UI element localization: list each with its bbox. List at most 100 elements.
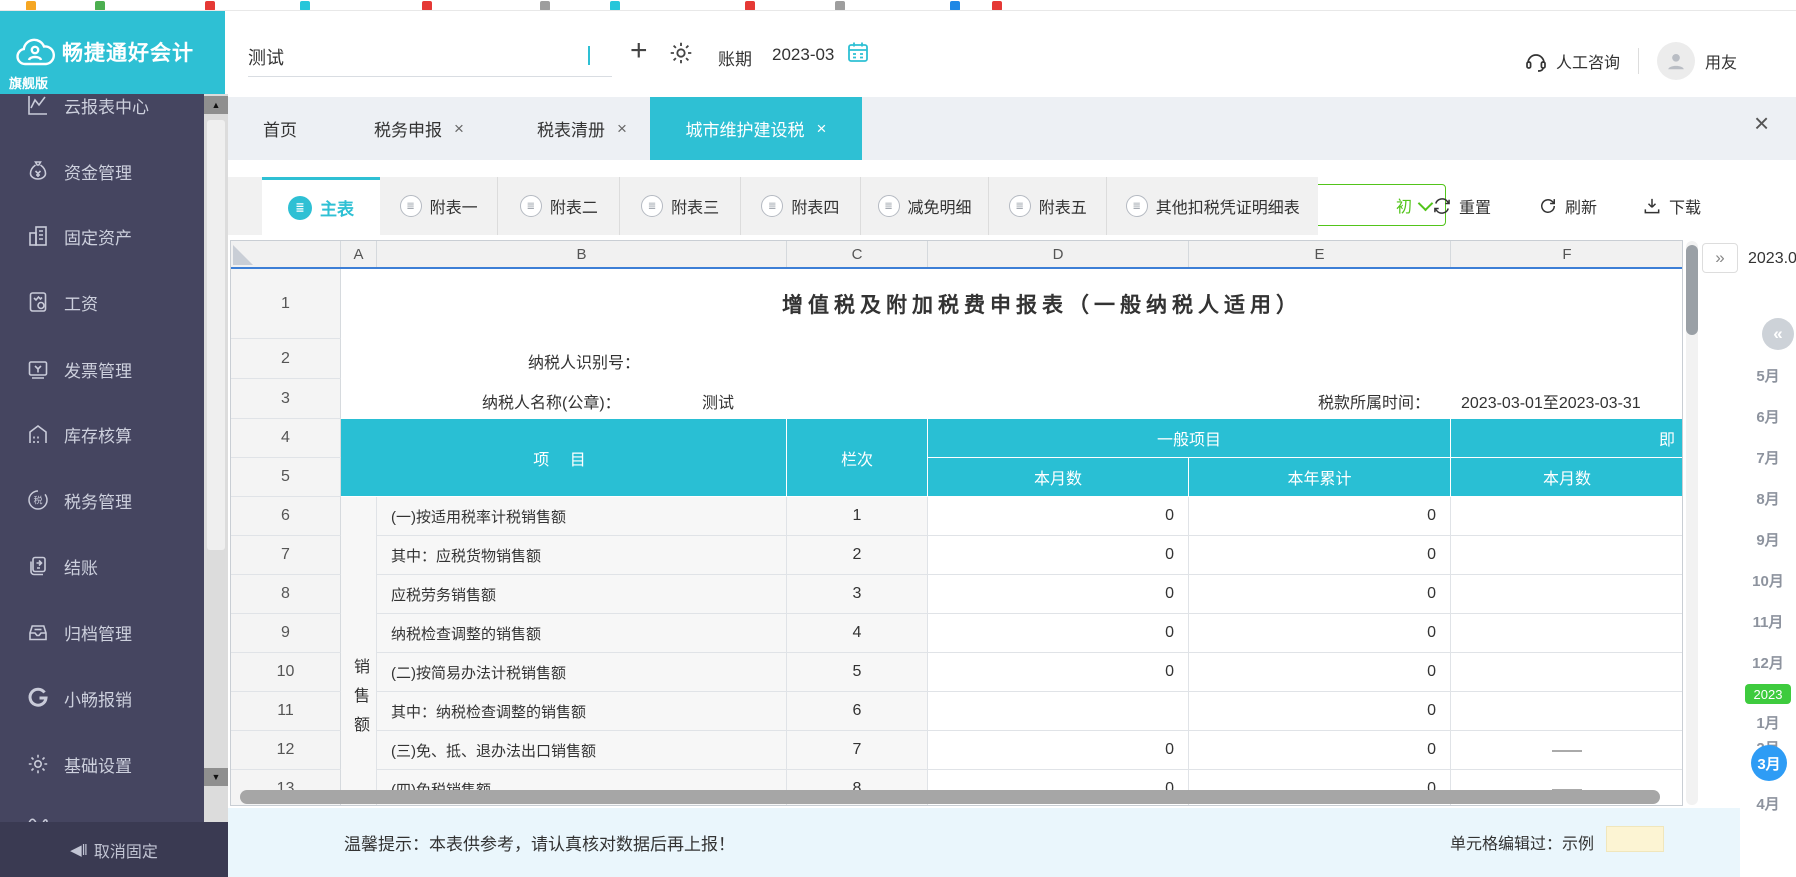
- month-item[interactable]: 10月: [1740, 570, 1796, 591]
- vertical-scrollbar-thumb[interactable]: [1686, 245, 1698, 335]
- month-item[interactable]: 12月: [1740, 652, 1796, 673]
- unpin-sidebar-button[interactable]: ◀‖ 取消固定: [0, 822, 228, 877]
- sidebar-scrollbar-thumb[interactable]: [207, 120, 225, 550]
- month-value-cell[interactable]: 0: [928, 575, 1189, 614]
- subtab-main-form[interactable]: ≣ 主表: [262, 177, 380, 235]
- year-value-cell[interactable]: 0: [1189, 614, 1451, 653]
- clipped-period-label[interactable]: 2023.03: [1748, 244, 1796, 274]
- sidebar-item-salary[interactable]: 工资: [0, 279, 204, 325]
- select-all-corner[interactable]: [231, 241, 341, 267]
- sidebar-item-inventory[interactable]: 库存核算: [0, 411, 204, 457]
- month-item[interactable]: 8月: [1740, 488, 1796, 509]
- month-value-cell[interactable]: 0: [928, 653, 1189, 692]
- month-value-cell[interactable]: 0: [928, 731, 1189, 770]
- refund-value-cell[interactable]: [1451, 614, 1682, 653]
- month-value-cell[interactable]: 0: [928, 497, 1189, 536]
- subtab-other-deduction-detail[interactable]: ≣ 其他扣税凭证明细表: [1107, 177, 1318, 235]
- sidebar-item-cloud-reports[interactable]: 云报表中心: [0, 82, 204, 128]
- expand-panel-button[interactable]: »: [1702, 243, 1738, 273]
- month-value-cell[interactable]: [928, 692, 1189, 731]
- collapse-circle-icon[interactable]: «: [1762, 318, 1794, 350]
- refund-value-cell[interactable]: [1451, 692, 1682, 731]
- scroll-up-arrow-icon[interactable]: ▲: [204, 96, 228, 114]
- year-value-cell[interactable]: 0: [1189, 575, 1451, 614]
- sidebar-item-label[interactable]: 小畅报销: [64, 686, 132, 711]
- month-item[interactable]: 9月: [1740, 529, 1796, 550]
- sidebar-item-label[interactable]: 结账: [64, 554, 98, 579]
- column-letter[interactable]: A: [341, 241, 377, 267]
- subtab-label[interactable]: 附表四: [791, 194, 839, 218]
- close-page-icon[interactable]: ×: [1754, 108, 1769, 139]
- subtab-label[interactable]: 附表三: [671, 194, 719, 218]
- sidebar-item-closing[interactable]: 结账: [0, 543, 204, 589]
- year-value-cell[interactable]: 0: [1189, 692, 1451, 731]
- clipped-green-button-label[interactable]: 初: [1396, 193, 1412, 217]
- year-value-cell[interactable]: 0: [1189, 653, 1451, 692]
- sidebar-item-label[interactable]: 资金管理: [64, 159, 132, 184]
- subtab-label[interactable]: 其他扣税凭证明细表: [1156, 194, 1300, 218]
- subtab-appendix-1[interactable]: ≣ 附表一: [380, 177, 499, 235]
- support-link[interactable]: 人工咨询: [1556, 49, 1620, 73]
- sidebar-item-label[interactable]: 云报表中心: [64, 93, 149, 118]
- sidebar-item-funds[interactable]: 资金管理: [0, 148, 204, 194]
- calendar-icon[interactable]: [846, 40, 870, 64]
- account-chevron-down-icon[interactable]: [588, 46, 590, 65]
- settings-gear-icon[interactable]: [668, 40, 694, 66]
- month-value-cell[interactable]: 0: [928, 614, 1189, 653]
- sidebar-item-label[interactable]: 工资: [64, 290, 98, 315]
- user-name[interactable]: 用友: [1705, 49, 1737, 73]
- subtab-label[interactable]: 附表二: [550, 194, 598, 218]
- tab-close-icon[interactable]: ×: [454, 119, 464, 139]
- subtab-appendix-4[interactable]: ≣ 附表四: [741, 177, 861, 235]
- sidebar-item-tax[interactable]: 税 税务管理: [0, 477, 204, 523]
- taxpayer-name-value[interactable]: 测试: [702, 389, 734, 413]
- refund-value-cell[interactable]: [1451, 497, 1682, 536]
- column-letter[interactable]: F: [1451, 241, 1682, 267]
- month-item[interactable]: 4月: [1740, 793, 1796, 814]
- subtab-appendix-2[interactable]: ≣ 附表二: [498, 177, 621, 235]
- refund-value-cell[interactable]: [1451, 536, 1682, 575]
- tab-close-icon[interactable]: ×: [817, 119, 827, 139]
- tab-tax-form-list[interactable]: 税表清册 ×: [508, 97, 656, 160]
- year-value-cell[interactable]: 0: [1189, 731, 1451, 770]
- subtab-label[interactable]: 附表一: [430, 194, 478, 218]
- download-button[interactable]: 下载: [1642, 190, 1701, 222]
- sidebar-item-label[interactable]: 税务管理: [64, 488, 132, 513]
- tab-tax-declaration[interactable]: 税务申报 ×: [345, 97, 493, 160]
- sidebar-item-label[interactable]: 发票管理: [64, 357, 132, 382]
- sidebar-item-invoices[interactable]: 发票管理: [0, 346, 204, 392]
- account-switcher[interactable]: 测试: [248, 44, 284, 70]
- month-item[interactable]: 11月: [1740, 611, 1796, 632]
- column-letter[interactable]: E: [1189, 241, 1451, 267]
- unpin-label[interactable]: 取消固定: [94, 838, 158, 862]
- sidebar-item-label[interactable]: 基础设置: [64, 752, 132, 777]
- subtab-label[interactable]: 主表: [320, 195, 354, 220]
- scroll-down-arrow-icon[interactable]: ▼: [204, 768, 228, 786]
- month-item[interactable]: 1月: [1740, 712, 1796, 733]
- tab-urban-maintenance-tax[interactable]: 城市维护建设税 ×: [650, 97, 862, 160]
- month-item[interactable]: 5月: [1740, 365, 1796, 386]
- column-letter[interactable]: B: [377, 241, 787, 267]
- sidebar-item-fixed-assets[interactable]: 固定资产: [0, 213, 204, 259]
- month-item[interactable]: 7月: [1740, 447, 1796, 468]
- month-value-cell[interactable]: 0: [928, 536, 1189, 575]
- sidebar-item-reimburse[interactable]: 小畅报销: [0, 675, 204, 721]
- sidebar-item-label[interactable]: 归档管理: [64, 620, 132, 645]
- column-letter[interactable]: D: [928, 241, 1189, 267]
- user-avatar[interactable]: [1657, 42, 1696, 80]
- download-label[interactable]: 下载: [1669, 194, 1701, 218]
- month-item[interactable]: 6月: [1740, 406, 1796, 427]
- subtab-appendix-3[interactable]: ≣ 附表三: [620, 177, 741, 235]
- subtab-reduction-detail[interactable]: ≣ 减免明细: [861, 177, 990, 235]
- refresh-button[interactable]: 刷新: [1538, 190, 1597, 222]
- refresh-label[interactable]: 刷新: [1565, 194, 1597, 218]
- year-value-cell[interactable]: 0: [1189, 497, 1451, 536]
- sidebar-item-settings[interactable]: 基础设置: [0, 741, 204, 787]
- reset-button[interactable]: 重置: [1432, 190, 1491, 222]
- subtab-label[interactable]: 减免明细: [908, 194, 972, 218]
- subtab-label[interactable]: 附表五: [1039, 194, 1087, 218]
- tab-label[interactable]: 税务申报: [374, 116, 442, 141]
- sidebar-item-label[interactable]: 固定资产: [64, 224, 132, 249]
- year-value-cell[interactable]: 0: [1189, 536, 1451, 575]
- tab-label[interactable]: 首页: [263, 116, 297, 141]
